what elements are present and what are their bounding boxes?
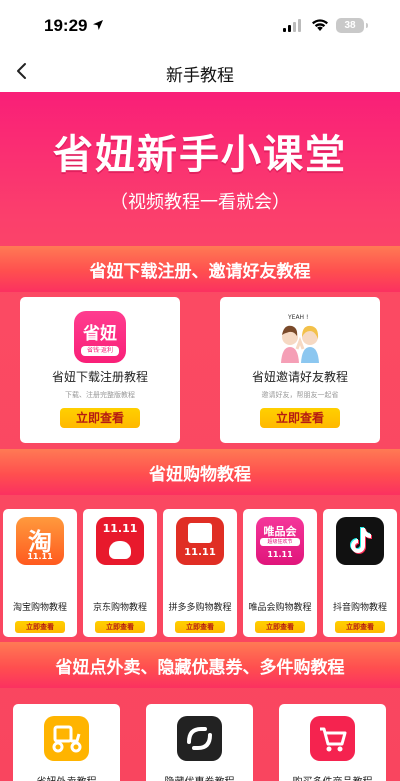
card-label: 隐藏优惠券教程 xyxy=(146,773,253,781)
battery-tip xyxy=(366,23,368,28)
taobao-icon-sub: 11.11 xyxy=(27,552,53,561)
vipshop-icon-text: 唯品会 xyxy=(263,525,297,538)
view-now-button[interactable]: 立即查看 xyxy=(15,621,65,633)
card-label: 拼多多购物教程 xyxy=(168,603,232,613)
download-register-card[interactable]: 省妞 省钱·返利 省妞下载注册教程 下载、注册完整版教程 立即查看 xyxy=(20,297,180,443)
status-time: 19:29 xyxy=(44,16,88,35)
app-icon-tag: 省钱·返利 xyxy=(81,346,119,356)
card-label: 省妞邀请好友教程 xyxy=(251,370,348,384)
takeout-tutorial-card[interactable]: 省妞外卖教程 xyxy=(13,704,120,781)
taobao-tutorial-card[interactable]: 淘 11.11 淘宝购物教程 立即查看 xyxy=(3,509,77,637)
douyin-tutorial-card[interactable]: 抖音购物教程 立即查看 xyxy=(323,509,397,637)
card-label: 唯品会购物教程 xyxy=(248,603,312,613)
hidden-coupon-card[interactable]: 隐藏优惠券教程 xyxy=(146,704,253,781)
jd-app-icon: 11.11 xyxy=(96,517,144,565)
view-now-button[interactable]: 立即查看 xyxy=(95,621,145,633)
shengniu-app-icon: 省妞 省钱·返利 xyxy=(74,311,126,363)
vipshop-icon-date: 11.11 xyxy=(267,550,293,559)
vipshop-tutorial-card[interactable]: 唯品会 超级狂欢节 11.11 唯品会购物教程 立即查看 xyxy=(243,509,317,637)
douyin-note-icon xyxy=(350,527,372,554)
section-header-takeout-coupon: 省妞点外卖、隐藏优惠券、多件购教程 xyxy=(0,642,400,688)
section-title: 省妞下载注册、邀请好友教程 xyxy=(89,262,311,282)
delivery-scooter-icon xyxy=(44,716,89,761)
vipshop-app-icon: 唯品会 超级狂欢节 11.11 xyxy=(256,517,304,565)
card-description: 邀请好友，帮朋友一起省 xyxy=(261,391,339,399)
app-icon-text: 省妞 xyxy=(83,324,117,344)
multi-item-card[interactable]: 购买多件商品教程 xyxy=(279,704,386,781)
wifi-icon xyxy=(312,19,328,31)
coupon-link-icon xyxy=(177,716,222,761)
card-label: 省妞外卖教程 xyxy=(13,773,120,781)
card-label: 淘宝购物教程 xyxy=(12,603,67,613)
view-now-button[interactable]: 立即查看 xyxy=(255,621,305,633)
view-now-button[interactable]: 立即查看 xyxy=(60,408,140,428)
pdd-icon-text: 11.11 xyxy=(184,547,216,558)
page-title: 新手教程 xyxy=(166,66,234,86)
view-now-button[interactable]: 立即查看 xyxy=(335,621,385,633)
pinduoduo-tutorial-card[interactable]: 11.11 拼多多购物教程 立即查看 xyxy=(163,509,237,637)
tutorial-content: 省妞新手小课堂 （视频教程一看就会） 省妞下载注册、邀请好友教程 省妞 省钱·返… xyxy=(0,92,400,781)
card-label: 省妞下载注册教程 xyxy=(51,370,148,384)
hero-title: 省妞新手小课堂 xyxy=(53,132,347,178)
cellular-signal-icon xyxy=(283,19,301,32)
taobao-app-icon: 淘 11.11 xyxy=(16,517,64,565)
pdd-bag-icon xyxy=(188,523,212,543)
view-now-button[interactable]: 立即查看 xyxy=(175,621,225,633)
card-description: 下载、注册完整版教程 xyxy=(65,391,135,399)
illustration-caption: YEAH ! xyxy=(288,314,309,321)
section-header-shopping: 省妞购物教程 xyxy=(0,449,400,495)
card-label: 抖音购物教程 xyxy=(332,603,387,613)
vipshop-icon-sub: 超级狂欢节 xyxy=(260,538,300,546)
douyin-app-icon xyxy=(336,517,384,565)
invite-friends-card[interactable]: YEAH ! 省妞邀请好友教程 邀请好友，帮朋友一起省 立即查看 xyxy=(220,297,380,443)
card-label: 购买多件商品教程 xyxy=(279,773,386,781)
pinduoduo-app-icon: 11.11 xyxy=(176,517,224,565)
shopping-cart-icon xyxy=(310,716,355,761)
section-title: 省妞购物教程 xyxy=(149,465,251,485)
jd-mascot-icon xyxy=(109,541,131,559)
battery-indicator: 38 xyxy=(336,18,364,33)
hero-subtitle: （视频教程一看就会） xyxy=(110,192,290,213)
section-title: 省妞点外卖、隐藏优惠券、多件购教程 xyxy=(55,658,345,678)
jd-tutorial-card[interactable]: 11.11 京东购物教程 立即查看 xyxy=(83,509,157,637)
card-label: 京东购物教程 xyxy=(92,603,147,613)
navigation-bar: 新手教程 xyxy=(0,52,400,92)
status-bar: 19:29 38 xyxy=(0,0,400,52)
location-arrow-icon xyxy=(93,20,103,30)
jd-icon-text: 11.11 xyxy=(102,522,138,535)
view-now-button[interactable]: 立即查看 xyxy=(260,408,340,428)
section-header-download-invite: 省妞下载注册、邀请好友教程 xyxy=(0,246,400,292)
